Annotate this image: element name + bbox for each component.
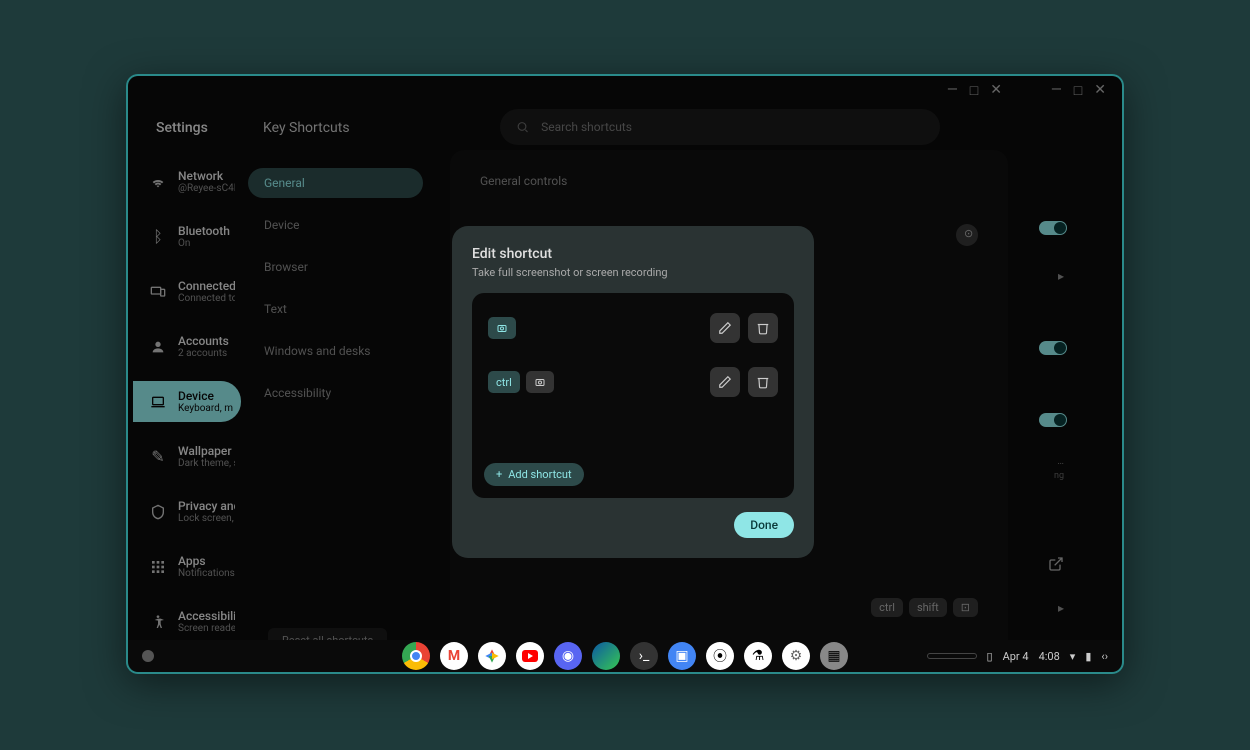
app-icon[interactable]: ▦ — [820, 642, 848, 670]
screenshot-key-icon — [488, 317, 516, 339]
modal-body: ctrl + Add shortcut — [472, 293, 794, 498]
terminal-icon[interactable]: ›_ — [630, 642, 658, 670]
app-icon[interactable]: ⦿ — [706, 642, 734, 670]
launcher-button[interactable] — [142, 650, 154, 662]
delete-button[interactable] — [748, 313, 778, 343]
key: ctrl — [488, 371, 520, 393]
app-icon[interactable]: ⚗ — [744, 642, 772, 670]
time: 4:08 — [1039, 650, 1060, 663]
files-icon[interactable]: ▣ — [668, 642, 696, 670]
delete-button[interactable] — [748, 367, 778, 397]
shortcut-entry: ctrl — [484, 359, 782, 405]
youtube-icon[interactable] — [516, 642, 544, 670]
shelf-apps: M ◉ ›_ ▣ ⦿ ⚗ ⚙ ▦ — [402, 642, 848, 670]
date: Apr 4 — [1003, 650, 1029, 663]
status-area[interactable]: ▯ Apr 4 4:08 ▾ ▮ ‹› — [927, 650, 1108, 663]
done-button[interactable]: Done — [734, 512, 794, 538]
photos-icon[interactable] — [478, 642, 506, 670]
dev-icon: ‹› — [1101, 650, 1108, 663]
edit-button[interactable] — [710, 367, 740, 397]
add-label: Add shortcut — [508, 468, 571, 481]
screenshot-key-icon — [526, 371, 554, 393]
add-shortcut-button[interactable]: + Add shortcut — [484, 463, 584, 486]
plus-icon: + — [496, 468, 502, 481]
status-pill[interactable] — [927, 653, 977, 659]
gmail-icon[interactable]: M — [440, 642, 468, 670]
battery-icon: ▮ — [1085, 650, 1091, 663]
settings-window: — □ ✕ — □ ✕ Settings Key Shortcuts Netwo… — [126, 74, 1124, 673]
wifi-icon: ▾ — [1070, 650, 1076, 663]
discord-icon[interactable]: ◉ — [554, 642, 582, 670]
edge-icon[interactable] — [592, 642, 620, 670]
shelf: M ◉ ›_ ▣ ⦿ ⚗ ⚙ ▦ ▯ Apr 4 4:08 ▾ ▮ ‹› — [126, 640, 1124, 674]
modal-subtitle: Take full screenshot or screen recording — [472, 266, 794, 279]
phone-icon[interactable]: ▯ — [987, 650, 993, 663]
chrome-icon[interactable] — [402, 642, 430, 670]
edit-shortcut-modal: Edit shortcut Take full screenshot or sc… — [452, 226, 814, 558]
edit-button[interactable] — [710, 313, 740, 343]
modal-title: Edit shortcut — [472, 246, 794, 262]
shortcut-entry — [484, 305, 782, 351]
settings-icon[interactable]: ⚙ — [782, 642, 810, 670]
